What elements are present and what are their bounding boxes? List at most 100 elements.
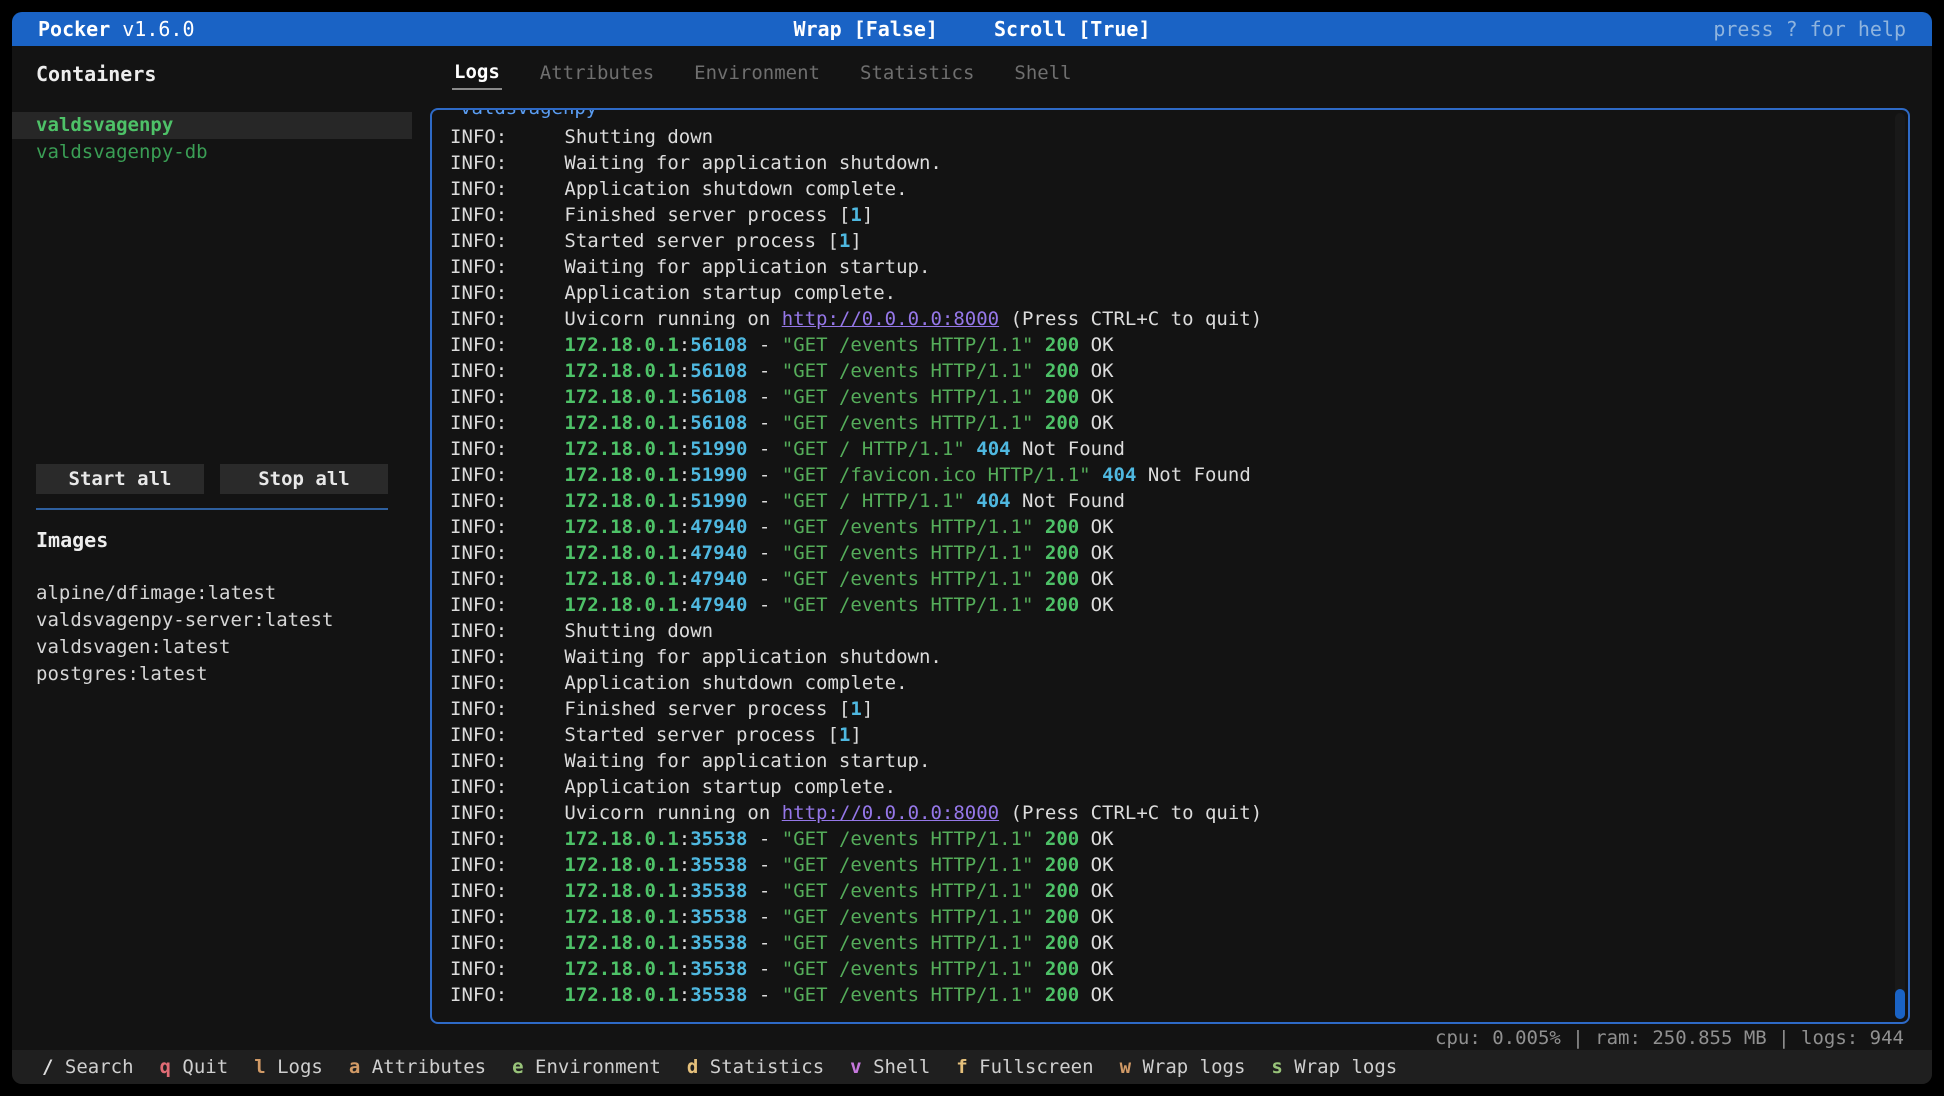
log-line: INFO: 172.18.0.1:35538 - "GET /events HT… [450,930,1890,956]
scrollbar-thumb[interactable] [1895,989,1905,1019]
log-line: INFO: Waiting for application shutdown. [450,644,1890,670]
tab-attributes[interactable]: Attributes [538,54,656,89]
log-line: INFO: 172.18.0.1:51990 - "GET / HTTP/1.1… [450,488,1890,514]
tab-shell[interactable]: Shell [1012,54,1073,89]
image-item[interactable]: alpine/dfimage:latest [36,580,388,607]
footer-key: e [512,1056,523,1078]
log-line: INFO: 172.18.0.1:35538 - "GET /events HT… [450,982,1890,1008]
log-line: INFO: 172.18.0.1:56108 - "GET /events HT… [450,332,1890,358]
log-line: INFO: 172.18.0.1:47940 - "GET /events HT… [450,540,1890,566]
footer-label: Environment [524,1056,661,1078]
footer-binding-quit[interactable]: q Quit [160,1056,229,1078]
log-line: INFO: 172.18.0.1:56108 - "GET /events HT… [450,410,1890,436]
tab-bar: Logs Attributes Environment Statistics Shell [430,46,1910,96]
footer-key: s [1271,1056,1282,1078]
footer-label: Quit [171,1056,228,1078]
log-line: INFO: 172.18.0.1:47940 - "GET /events HT… [450,592,1890,618]
bulk-actions: Start all Stop all [36,464,388,494]
log-line: INFO: 172.18.0.1:35538 - "GET /events HT… [450,904,1890,930]
footer-label: Search [53,1056,133,1078]
log-line: INFO: Uvicorn running on http://0.0.0.0:… [450,800,1890,826]
container-item[interactable]: valdsvagenpy-db [12,139,412,166]
footer-binding-fullscreen[interactable]: f Fullscreen [956,1056,1093,1078]
log-line: INFO: 172.18.0.1:51990 - "GET / HTTP/1.1… [450,436,1890,462]
footer-binding-shell[interactable]: v Shell [850,1056,930,1078]
log-line: INFO: Application startup complete. [450,774,1890,800]
main-area: Logs Attributes Environment Statistics Shell… [412,46,1932,1050]
footer-label: Shell [862,1056,931,1078]
containers-title: Containers [36,62,388,86]
sidebar: Containers valdsvagenpyvaldsvagenpy-db S… [12,46,412,1050]
log-line: INFO: 172.18.0.1:35538 - "GET /events HT… [450,956,1890,982]
footer-label: Fullscreen [968,1056,1094,1078]
images-title: Images [36,528,388,552]
log-line: INFO: 172.18.0.1:56108 - "GET /events HT… [450,384,1890,410]
footer-key: q [160,1056,171,1078]
log-line: INFO: Shutting down [450,618,1890,644]
log-line: INFO: Waiting for application startup. [450,748,1890,774]
log-line: INFO: Application startup complete. [450,280,1890,306]
footer-keybar: / Search q Quit l Logs a Attributes e Enviro… [12,1050,1932,1084]
footer-binding-statistics[interactable]: d Statistics [687,1056,824,1078]
footer-binding-wrap-logs[interactable]: w Wrap logs [1120,1056,1246,1078]
scroll-status: Scroll [True] [994,17,1151,41]
container-item[interactable]: valdsvagenpy [12,112,412,139]
log-line: INFO: 172.18.0.1:47940 - "GET /events HT… [450,514,1890,540]
app-title: Pocker v1.6.0 [38,17,195,41]
app-name: Pocker [38,17,110,41]
containers-list: valdsvagenpyvaldsvagenpy-db [12,112,412,464]
footer-key: v [850,1056,861,1078]
app-version: v1.6.0 [122,17,194,41]
footer-key: d [687,1056,698,1078]
log-line: INFO: Application shutdown complete. [450,176,1890,202]
log-line: INFO: 172.18.0.1:51990 - "GET /favicon.i… [450,462,1890,488]
resource-stats: cpu: 0.005% | ram: 250.855 MB | logs: 94… [430,1026,1910,1050]
tab-statistics[interactable]: Statistics [858,54,976,89]
log-line: INFO: Application shutdown complete. [450,670,1890,696]
log-line: INFO: 172.18.0.1:35538 - "GET /events HT… [450,878,1890,904]
footer-binding-environment[interactable]: e Environment [512,1056,661,1078]
start-all-button[interactable]: Start all [36,464,204,494]
footer-key: l [254,1056,265,1078]
tab-logs[interactable]: Logs [452,53,502,90]
help-hint: press ? for help [1713,17,1906,41]
images-list: alpine/dfimage:latestvaldsvagenpy-server… [36,580,388,688]
log-line: INFO: Waiting for application shutdown. [450,150,1890,176]
wrap-status: Wrap [False] [793,17,938,41]
log-line: INFO: Uvicorn running on http://0.0.0.0:… [450,306,1890,332]
footer-binding-attributes[interactable]: a Attributes [349,1056,486,1078]
log-line: INFO: Finished server process [1] [450,202,1890,228]
footer-label: Wrap logs [1283,1056,1397,1078]
image-item[interactable]: valdsvagenpy-server:latest [36,607,388,634]
app-window: Pocker v1.6.0 Wrap [False] Scroll [True] p… [12,12,1932,1084]
sidebar-divider [36,508,388,510]
tab-environment[interactable]: Environment [692,54,822,89]
footer-binding-wrap-logs[interactable]: s Wrap logs [1271,1056,1397,1078]
image-item[interactable]: valdsvagen:latest [36,634,388,661]
log-lines: INFO: Shutting downINFO: Waiting for app… [450,124,1890,1008]
log-panel-title: valdsvagenpy [450,108,607,119]
log-line: INFO: 172.18.0.1:35538 - "GET /events HT… [450,826,1890,852]
footer-label: Wrap logs [1131,1056,1245,1078]
header-bar: Pocker v1.6.0 Wrap [False] Scroll [True] p… [12,12,1932,46]
header-status: Wrap [False] Scroll [True] [12,17,1932,41]
scrollbar[interactable] [1895,113,1905,1019]
stop-all-button[interactable]: Stop all [220,464,388,494]
footer-key: a [349,1056,360,1078]
footer-label: Logs [266,1056,323,1078]
log-line: INFO: 172.18.0.1:47940 - "GET /events HT… [450,566,1890,592]
footer-key: / [42,1056,53,1078]
footer-binding-search[interactable]: / Search [42,1056,134,1078]
footer-label: Statistics [698,1056,824,1078]
log-line: INFO: Finished server process [1] [450,696,1890,722]
body-row: Containers valdsvagenpyvaldsvagenpy-db S… [12,46,1932,1050]
log-panel[interactable]: valdsvagenpy INFO: Shutting downINFO: Wa… [430,108,1910,1024]
image-item[interactable]: postgres:latest [36,661,388,688]
log-line: INFO: Started server process [1] [450,722,1890,748]
log-line: INFO: Shutting down [450,124,1890,150]
footer-binding-logs[interactable]: l Logs [254,1056,323,1078]
log-line: INFO: Started server process [1] [450,228,1890,254]
log-line: INFO: 172.18.0.1:56108 - "GET /events HT… [450,358,1890,384]
log-line: INFO: Waiting for application startup. [450,254,1890,280]
footer-label: Attributes [360,1056,486,1078]
